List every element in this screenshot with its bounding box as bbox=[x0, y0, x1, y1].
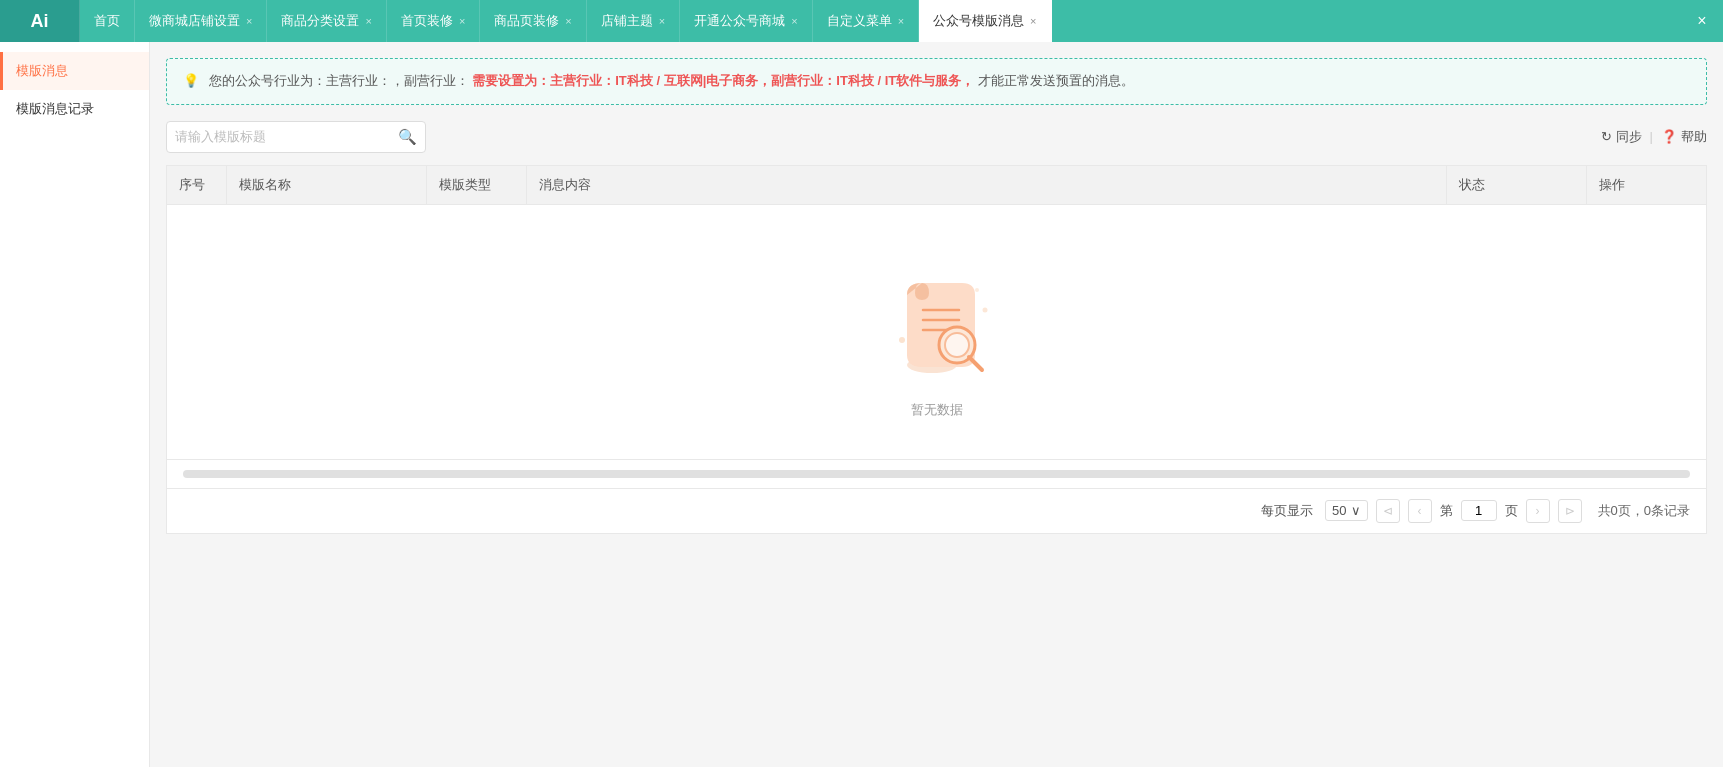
data-table: 序号 模版名称 模版类型 消息内容 状态 操作 bbox=[166, 165, 1707, 460]
tab-shop-theme[interactable]: 店铺主题 × bbox=[587, 0, 680, 42]
page-label-pre: 第 bbox=[1440, 502, 1453, 520]
sidebar: 模版消息 模版消息记录 bbox=[0, 42, 150, 767]
prev-page-button[interactable]: ‹ bbox=[1408, 499, 1432, 523]
page-size-label: 每页显示 bbox=[1261, 502, 1313, 520]
pagination: 每页显示 50 ∨ ⊲ ‹ 第 页 › ⊳ 共0页，0条记录 bbox=[166, 489, 1707, 534]
page-size-value: 50 bbox=[1332, 503, 1346, 518]
col-header-status: 状态 bbox=[1447, 165, 1587, 204]
svg-point-8 bbox=[982, 307, 987, 312]
first-page-button[interactable]: ⊲ bbox=[1376, 499, 1400, 523]
notice-icon: 💡 bbox=[183, 73, 199, 88]
page-label-post: 页 bbox=[1505, 502, 1518, 520]
page-number-input[interactable] bbox=[1461, 500, 1497, 521]
svg-point-7 bbox=[899, 337, 905, 343]
tab-shop-setting[interactable]: 微商城店铺设置 × bbox=[135, 0, 267, 42]
search-button[interactable]: 🔍 bbox=[398, 128, 417, 146]
close-tab-template-msg[interactable]: × bbox=[1030, 15, 1036, 27]
tab-product-decor[interactable]: 商品页装修 × bbox=[480, 0, 586, 42]
search-input-wrap: 🔍 bbox=[166, 121, 426, 153]
search-input[interactable] bbox=[175, 129, 398, 144]
page-size-select[interactable]: 50 ∨ bbox=[1325, 500, 1367, 521]
brand-tab[interactable]: Ai bbox=[0, 0, 80, 42]
sidebar-item-template-msg-log[interactable]: 模版消息记录 bbox=[0, 90, 149, 128]
close-tab-shop-theme[interactable]: × bbox=[659, 15, 665, 27]
search-bar: 🔍 ↻ 同步 | ❓ 帮助 bbox=[166, 121, 1707, 153]
svg-point-5 bbox=[945, 333, 969, 357]
main-layout: 模版消息 模版消息记录 💡 您的公众号行业为：主营行业：，副营行业： 需要设置为… bbox=[0, 42, 1723, 767]
help-button[interactable]: ❓ 帮助 bbox=[1661, 128, 1707, 146]
tab-template-msg[interactable]: 公众号模版消息 × bbox=[919, 0, 1051, 42]
close-tab-product-decor[interactable]: × bbox=[565, 15, 571, 27]
scrollbar-area bbox=[166, 460, 1707, 489]
next-page-button[interactable]: › bbox=[1526, 499, 1550, 523]
topbar: Ai 首页 微商城店铺设置 × 商品分类设置 × 首页装修 × 商品页装修 × … bbox=[0, 0, 1723, 42]
sync-icon: ↻ bbox=[1601, 129, 1612, 144]
empty-text: 暂无数据 bbox=[167, 401, 1706, 419]
notice-box: 💡 您的公众号行业为：主营行业：，副营行业： 需要设置为：主营行业：IT科技 /… bbox=[166, 58, 1707, 105]
toolbar-divider: | bbox=[1650, 129, 1653, 144]
tab-home-decor[interactable]: 首页装修 × bbox=[387, 0, 480, 42]
last-page-button[interactable]: ⊳ bbox=[1558, 499, 1582, 523]
empty-illustration bbox=[877, 265, 997, 385]
svg-point-9 bbox=[975, 288, 979, 292]
empty-state: 暂无数据 bbox=[167, 205, 1706, 459]
close-tab-home-decor[interactable]: × bbox=[459, 15, 465, 27]
content-area: 💡 您的公众号行业为：主营行业：，副营行业： 需要设置为：主营行业：IT科技 /… bbox=[150, 42, 1723, 767]
toolbar-right: ↻ 同步 | ❓ 帮助 bbox=[1601, 128, 1707, 146]
tab-open-mall[interactable]: 开通公众号商城 × bbox=[680, 0, 812, 42]
tab-home[interactable]: 首页 bbox=[80, 0, 135, 42]
close-tab-shop-setting[interactable]: × bbox=[246, 15, 252, 27]
tab-category-setting[interactable]: 商品分类设置 × bbox=[267, 0, 386, 42]
tab-custom-menu[interactable]: 自定义菜单 × bbox=[813, 0, 919, 42]
sync-button[interactable]: ↻ 同步 bbox=[1601, 128, 1642, 146]
horizontal-scrollbar[interactable] bbox=[183, 470, 1690, 478]
col-header-action: 操作 bbox=[1587, 165, 1707, 204]
col-header-type: 模版类型 bbox=[427, 165, 527, 204]
close-tab-custom-menu[interactable]: × bbox=[898, 15, 904, 27]
sidebar-item-template-msg[interactable]: 模版消息 bbox=[0, 52, 149, 90]
col-header-index: 序号 bbox=[167, 165, 227, 204]
col-header-content: 消息内容 bbox=[527, 165, 1447, 204]
total-info: 共0页，0条记录 bbox=[1598, 502, 1690, 520]
chevron-down-icon: ∨ bbox=[1351, 503, 1361, 518]
col-header-name: 模版名称 bbox=[227, 165, 427, 204]
close-tab-category[interactable]: × bbox=[365, 15, 371, 27]
window-close-button[interactable]: × bbox=[1681, 0, 1723, 42]
close-tab-open-mall[interactable]: × bbox=[791, 15, 797, 27]
help-icon: ❓ bbox=[1661, 129, 1677, 144]
